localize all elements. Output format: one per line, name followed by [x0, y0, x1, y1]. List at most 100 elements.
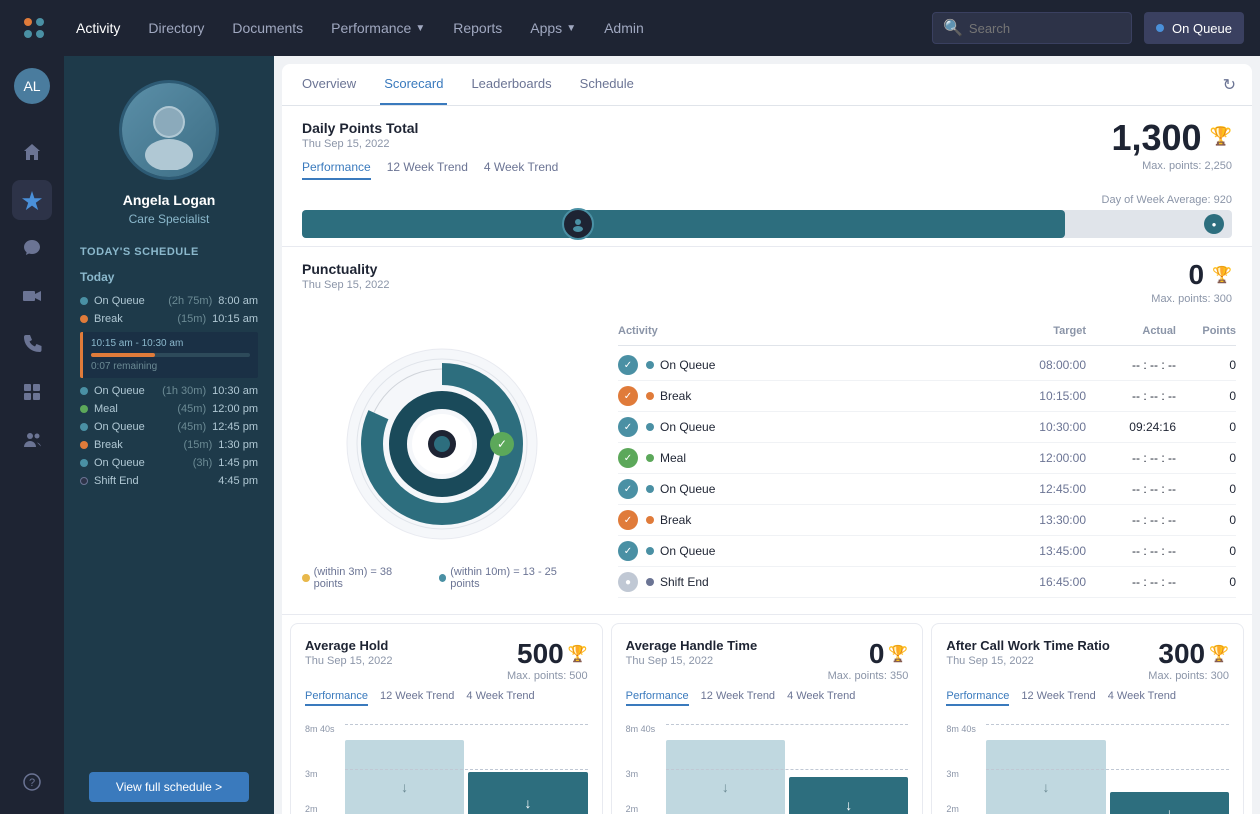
daily-points-value: 1,300: [1111, 120, 1201, 156]
sidebar-item-phone[interactable]: [12, 324, 52, 364]
sub-tab-performance[interactable]: Performance: [302, 160, 371, 180]
row-dot-icon: [646, 516, 654, 524]
row-check-icon: ✓: [618, 479, 638, 499]
card-tab-performance[interactable]: Performance: [305, 690, 368, 706]
sidebar-item-home[interactable]: [12, 132, 52, 172]
tab-leaderboards[interactable]: Leaderboards: [467, 64, 555, 105]
table-header: Activity Target Actual Points: [618, 325, 1236, 346]
card-max: Max. points: 350: [828, 670, 909, 682]
list-item: On Queue (2h 75m) 8:00 am: [80, 292, 258, 310]
punctuality-points-block: 0 🏆: [1151, 261, 1232, 289]
table-row: ✓ On Queue 12:45:00 -- : -- : -- 0: [618, 474, 1236, 505]
table-row: ✓ On Queue 08:00:00 -- : -- : -- 0: [618, 350, 1236, 381]
card-date: Thu Sep 15, 2022: [305, 655, 392, 667]
card-tab-performance[interactable]: Performance: [626, 690, 689, 706]
col-target: Target: [996, 325, 1086, 337]
dot-icon: [80, 477, 88, 485]
nav-activity[interactable]: Activity: [64, 14, 132, 42]
sidebar-item-chat[interactable]: [12, 228, 52, 268]
card-chart: 8m 40s 3m 2m ↓ ↓ 👤 4.66%: [626, 714, 909, 814]
card-acw-ratio: After Call Work Time Ratio Thu Sep 15, 2…: [931, 623, 1244, 814]
table-row: ✓ On Queue 10:30:00 09:24:16 0: [618, 412, 1236, 443]
queue-status[interactable]: On Queue: [1144, 12, 1244, 44]
search-input[interactable]: [969, 21, 1121, 36]
sidebar-item-help[interactable]: ?: [12, 762, 52, 802]
sidebar-item-video[interactable]: [12, 276, 52, 316]
card-tab-12week[interactable]: 12 Week Trend: [701, 690, 775, 706]
nav-directory[interactable]: Directory: [136, 14, 216, 42]
chevron-down-icon: ▼: [415, 23, 425, 34]
sidebar-item-grid[interactable]: [12, 372, 52, 412]
chart-bar-light: ↓: [666, 740, 785, 814]
chart-bar-light: ↓: [986, 740, 1105, 814]
punctuality-date: Thu Sep 15, 2022: [302, 279, 1151, 291]
card-tab-4week[interactable]: 4 Week Trend: [1108, 690, 1176, 706]
punctuality-table: Activity Target Actual Points ✓ On Queue…: [602, 309, 1252, 614]
refresh-button[interactable]: ↻: [1223, 75, 1236, 95]
card-tab-12week[interactable]: 12 Week Trend: [380, 690, 454, 706]
table-row: ✓ Meal 12:00:00 -- : -- : -- 0: [618, 443, 1236, 474]
tab-scorecard[interactable]: Scorecard: [380, 64, 447, 105]
avatar[interactable]: AL: [14, 68, 50, 104]
trophy-icon: 🏆: [1210, 126, 1232, 147]
card-sub-tabs: Performance 12 Week Trend 4 Week Trend: [946, 690, 1229, 706]
logo[interactable]: [16, 10, 52, 46]
sidebar-item-star[interactable]: [12, 180, 52, 220]
sub-tab-4week[interactable]: 4 Week Trend: [484, 160, 558, 180]
row-check-icon: ✓: [618, 386, 638, 406]
card-tab-performance[interactable]: Performance: [946, 690, 1009, 706]
card-title: Average Handle Time: [626, 638, 758, 653]
card-average-hold: Average Hold Thu Sep 15, 2022 500 🏆 Max.…: [290, 623, 603, 814]
nav-apps[interactable]: Apps ▼: [518, 14, 588, 42]
card-chart: 8m 40s 3m 2m ↓ ↓ 👤 49%: [305, 714, 588, 814]
card-points: 500: [517, 638, 564, 670]
card-max: Max. points: 500: [507, 670, 588, 682]
list-item: Shift End 4:45 pm: [80, 472, 258, 490]
schedule-section: Today On Queue (2h 75m) 8:00 am Break (1…: [64, 258, 274, 760]
trophy-icon-card1: 🏆: [568, 644, 588, 664]
sidebar-item-users[interactable]: [12, 420, 52, 460]
table-row: ✓ Break 13:30:00 -- : -- : -- 0: [618, 505, 1236, 536]
day-avg: Day of Week Average: 920: [302, 194, 1232, 206]
svg-text:?: ?: [29, 777, 35, 789]
card-sub-tabs: Performance 12 Week Trend 4 Week Trend: [626, 690, 909, 706]
svg-text:✓: ✓: [497, 437, 507, 451]
row-check-icon: ●: [618, 572, 638, 592]
daily-points-max: Max. points: 2,250: [1111, 160, 1232, 172]
nav-documents[interactable]: Documents: [220, 14, 315, 42]
nav-reports[interactable]: Reports: [441, 14, 514, 42]
tab-schedule[interactable]: Schedule: [576, 64, 638, 105]
card-tab-4week[interactable]: 4 Week Trend: [787, 690, 855, 706]
search-box[interactable]: 🔍: [932, 12, 1132, 44]
chart-bar-dark: ↓ 👤 0%: [1110, 792, 1229, 814]
profile-role: Care Specialist: [129, 212, 210, 226]
card-sub-tabs: Performance 12 Week Trend 4 Week Trend: [305, 690, 588, 706]
legend-item-1: (within 3m) = 38 points: [302, 566, 419, 590]
list-item: Meal (45m) 12:00 pm: [80, 400, 258, 418]
view-schedule-button[interactable]: View full schedule >: [89, 772, 249, 802]
sub-tab-12week[interactable]: 12 Week Trend: [387, 160, 468, 180]
row-dot-icon: [646, 423, 654, 431]
table-row: ✓ Break 10:15:00 -- : -- : -- 0: [618, 381, 1236, 412]
profile-avatar: [119, 80, 219, 180]
profile-name: Angela Logan: [123, 192, 216, 208]
trophy-icon-2: 🏆: [1212, 265, 1232, 285]
list-item: On Queue (3h) 1:45 pm: [80, 454, 258, 472]
dot-icon: [80, 441, 88, 449]
donut-chart-area: ✓ (within 3m) = 38 points (within 10m) =…: [282, 309, 602, 614]
card-tab-4week[interactable]: 4 Week Trend: [466, 690, 534, 706]
list-item: Break (15m) 1:30 pm: [80, 436, 258, 454]
nav-admin[interactable]: Admin: [592, 14, 656, 42]
row-dot-icon: [646, 578, 654, 586]
tab-overview[interactable]: Overview: [298, 64, 360, 105]
break-remaining: 0:07 remaining: [91, 361, 250, 372]
nav-performance[interactable]: Performance ▼: [319, 14, 437, 42]
card-max: Max. points: 300: [1148, 670, 1229, 682]
dot-icon: [80, 297, 88, 305]
col-actual: Actual: [1086, 325, 1176, 337]
punctuality-section: ✓ (within 3m) = 38 points (within 10m) =…: [282, 309, 1252, 614]
card-tab-12week[interactable]: 12 Week Trend: [1021, 690, 1095, 706]
col-points: Points: [1176, 325, 1236, 337]
top-nav: Activity Directory Documents Performance…: [0, 0, 1260, 56]
progress-bar-fill: [302, 210, 1065, 238]
